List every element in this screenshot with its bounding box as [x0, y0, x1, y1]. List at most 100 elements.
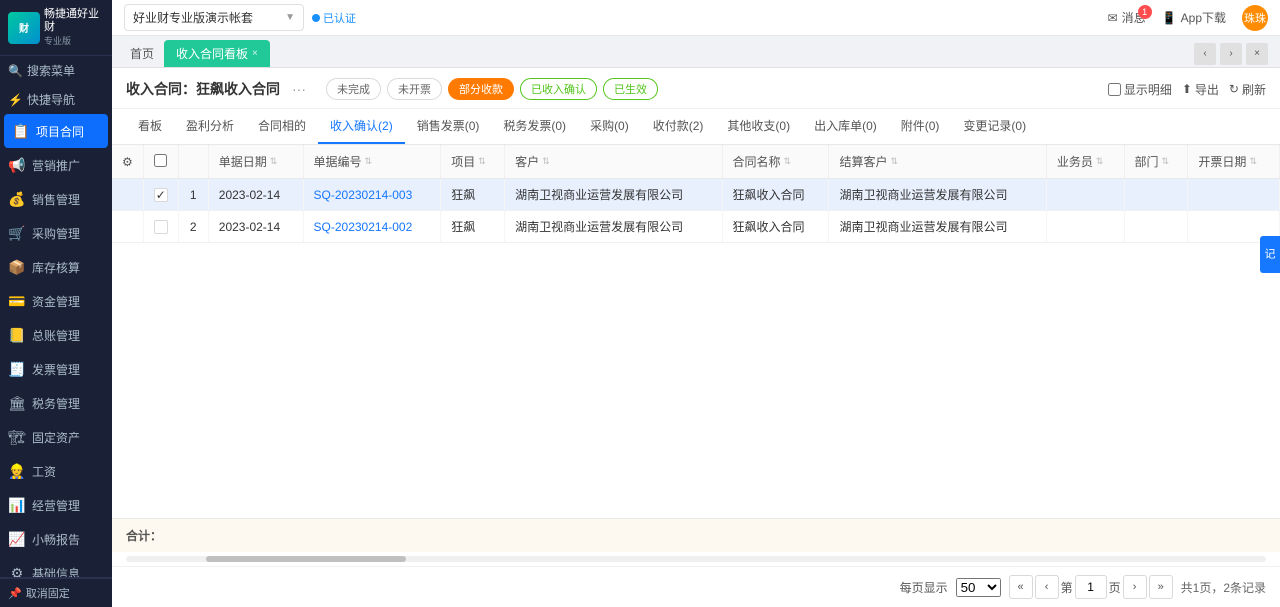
tab-attachment[interactable]: 附件(0)	[889, 109, 952, 144]
row-dept	[1124, 179, 1188, 211]
tab-change-log[interactable]: 变更记录(0)	[951, 109, 1038, 144]
prev-page-button[interactable]: ‹	[1035, 575, 1059, 599]
tab-profit[interactable]: 盈利分析	[174, 109, 246, 144]
scroll-thumb[interactable]	[206, 556, 406, 562]
scroll-track	[126, 556, 1266, 562]
select-all-checkbox[interactable]	[154, 154, 167, 167]
sidebar-item-ops[interactable]: 📊 经营管理	[0, 488, 112, 522]
page-label2: 页	[1109, 579, 1121, 596]
row-checkbox-cell[interactable]: ✓	[143, 179, 178, 211]
export-icon: ⬆	[1182, 82, 1192, 96]
row-no[interactable]: SQ-20230214-002	[303, 211, 441, 243]
tab-warehouse[interactable]: 出入库单(0)	[802, 109, 889, 144]
last-page-button[interactable]: »	[1149, 575, 1173, 599]
row-checkbox-cell[interactable]	[143, 211, 178, 243]
tab-nav-close-all[interactable]: ×	[1246, 43, 1268, 65]
tab-nav-prev[interactable]: ‹	[1194, 43, 1216, 65]
sidebar-item-funds[interactable]: 💳 资金管理	[0, 284, 112, 318]
sidebar-item-report[interactable]: 📈 小畅报告	[0, 522, 112, 556]
refresh-button[interactable]: ↻ 刷新	[1229, 81, 1266, 98]
per-page-label: 每页显示	[900, 579, 948, 596]
th-open-date-label: 开票日期	[1198, 153, 1246, 170]
per-page-select[interactable]: 50 100 200	[956, 578, 1001, 597]
status-badge-effective[interactable]: 已生效	[603, 78, 658, 100]
show-detail-checkbox[interactable]	[1108, 83, 1121, 96]
th-final-customer[interactable]: 结算客户 ⇅	[829, 145, 1046, 179]
row-no-link[interactable]: SQ-20230214-002	[314, 220, 413, 234]
export-button[interactable]: ⬆ 导出	[1182, 81, 1219, 98]
table-row[interactable]: ✓ 1 2023-02-14 SQ-20230214-003 狂飙 湖南卫视商业…	[112, 179, 1280, 211]
th-no[interactable]: 单据编号 ⇅	[303, 145, 441, 179]
th-open-date[interactable]: 开票日期 ⇅	[1188, 145, 1280, 179]
row-checkbox[interactable]	[154, 220, 168, 234]
sidebar-item-marketing[interactable]: 📢 营销推广	[0, 148, 112, 182]
tab-payment[interactable]: 收付款(2)	[641, 109, 716, 144]
row-no-link[interactable]: SQ-20230214-003	[314, 188, 413, 202]
tab-tax-invoice[interactable]: 税务发票(0)	[491, 109, 578, 144]
ops-icon: 📊	[8, 496, 26, 514]
next-page-button[interactable]: ›	[1123, 575, 1147, 599]
note-side-panel[interactable]: 记	[1260, 236, 1280, 273]
content-tabs: 看板 盈利分析 合同相的 收入确认(2) 销售发票(0) 税务发票(0) 采购(…	[112, 109, 1280, 145]
page-number-input[interactable]	[1075, 575, 1107, 599]
app-download-button[interactable]: 📱 App下载	[1162, 9, 1226, 26]
status-badge-incomplete[interactable]: 未完成	[326, 78, 381, 100]
sidebar-item-assets[interactable]: 🏗 固定资产	[0, 420, 112, 454]
tab-other-income[interactable]: 其他收支(0)	[715, 109, 802, 144]
sidebar-item-project[interactable]: 📋 项目合同	[4, 114, 108, 148]
table-row[interactable]: 2 2023-02-14 SQ-20230214-002 狂飙 湖南卫视商业运营…	[112, 211, 1280, 243]
tab-close-button[interactable]: ×	[252, 48, 258, 59]
th-salesperson[interactable]: 业务员 ⇅	[1046, 145, 1124, 179]
breadcrumb-home[interactable]: 首页	[124, 41, 160, 66]
th-project[interactable]: 项目 ⇅	[441, 145, 505, 179]
status-badge-confirmed[interactable]: 已收入确认	[520, 78, 597, 100]
total-info: 共1页，2条记录	[1181, 579, 1266, 596]
sidebar-item-marketing-label: 营销推广	[32, 157, 80, 174]
sidebar-item-basic[interactable]: ⚙ 基础信息	[0, 556, 112, 577]
th-customer[interactable]: 客户 ⇅	[505, 145, 722, 179]
message-button[interactable]: ✉ 1 消息	[1108, 9, 1146, 26]
sidebar-item-tax[interactable]: 🏛 税务管理	[0, 386, 112, 420]
active-tab[interactable]: 收入合同看板 ×	[164, 40, 270, 67]
tab-purchase[interactable]: 采购(0)	[578, 109, 641, 144]
sidebar-item-sales[interactable]: 💰 销售管理	[0, 182, 112, 216]
th-gear[interactable]: ⚙	[112, 145, 143, 179]
tab-contract-related[interactable]: 合同相的	[246, 109, 318, 144]
show-detail-toggle[interactable]: 显示明细	[1108, 81, 1172, 98]
sidebar-item-purchase[interactable]: 🛒 采购管理	[0, 216, 112, 250]
sidebar-item-general[interactable]: 📒 总账管理	[0, 318, 112, 352]
page-nav: « ‹ 第 页 › »	[1009, 575, 1173, 599]
tab-sales-invoice[interactable]: 销售发票(0)	[405, 109, 492, 144]
user-avatar-button[interactable]: 珠珠	[1242, 5, 1268, 31]
sidebar-item-inventory[interactable]: 📦 库存核算	[0, 250, 112, 284]
sidebar-item-sales-label: 销售管理	[32, 191, 80, 208]
company-selector[interactable]: 好业财专业版演示帐套 ▼	[124, 4, 304, 31]
sidebar-quicknav[interactable]: ⚡ 快捷导航	[0, 85, 112, 114]
th-open-date-sort-icon: ⇅	[1249, 157, 1257, 166]
tab-revenue-confirm[interactable]: 收入确认(2)	[318, 109, 405, 144]
more-button[interactable]: ···	[292, 81, 306, 97]
app-version: 专业版	[44, 34, 104, 47]
status-badge-uninvoiced[interactable]: 未开票	[387, 78, 442, 100]
sidebar-item-invoice[interactable]: 🧾 发票管理	[0, 352, 112, 386]
th-dept[interactable]: 部门 ⇅	[1124, 145, 1188, 179]
row-checkbox[interactable]: ✓	[154, 188, 168, 202]
message-icon: ✉	[1108, 11, 1118, 25]
th-num	[178, 145, 208, 179]
sidebar-bottom-pin[interactable]: 📌 取消固定	[0, 578, 112, 607]
tab-kanban[interactable]: 看板	[126, 109, 174, 144]
horizontal-scrollbar[interactable]	[112, 552, 1280, 566]
verified-dot-icon	[312, 14, 320, 22]
tab-nav-next[interactable]: ›	[1220, 43, 1242, 65]
first-page-button[interactable]: «	[1009, 575, 1033, 599]
table-container: ⚙ 单据日期 ⇅ 单据编号 ⇅	[112, 145, 1280, 518]
th-date[interactable]: 单据日期 ⇅	[208, 145, 303, 179]
sidebar-item-tax-label: 税务管理	[32, 395, 80, 412]
status-badge-partial-payment[interactable]: 部分收款	[448, 78, 514, 100]
sidebar-search[interactable]: 🔍 搜索菜单	[0, 56, 112, 85]
th-contract[interactable]: 合同名称 ⇅	[722, 145, 829, 179]
row-no[interactable]: SQ-20230214-003	[303, 179, 441, 211]
sidebar-item-hr[interactable]: 👷 工资	[0, 454, 112, 488]
app-logo-icon: 财	[8, 12, 40, 44]
th-checkbox[interactable]	[143, 145, 178, 179]
